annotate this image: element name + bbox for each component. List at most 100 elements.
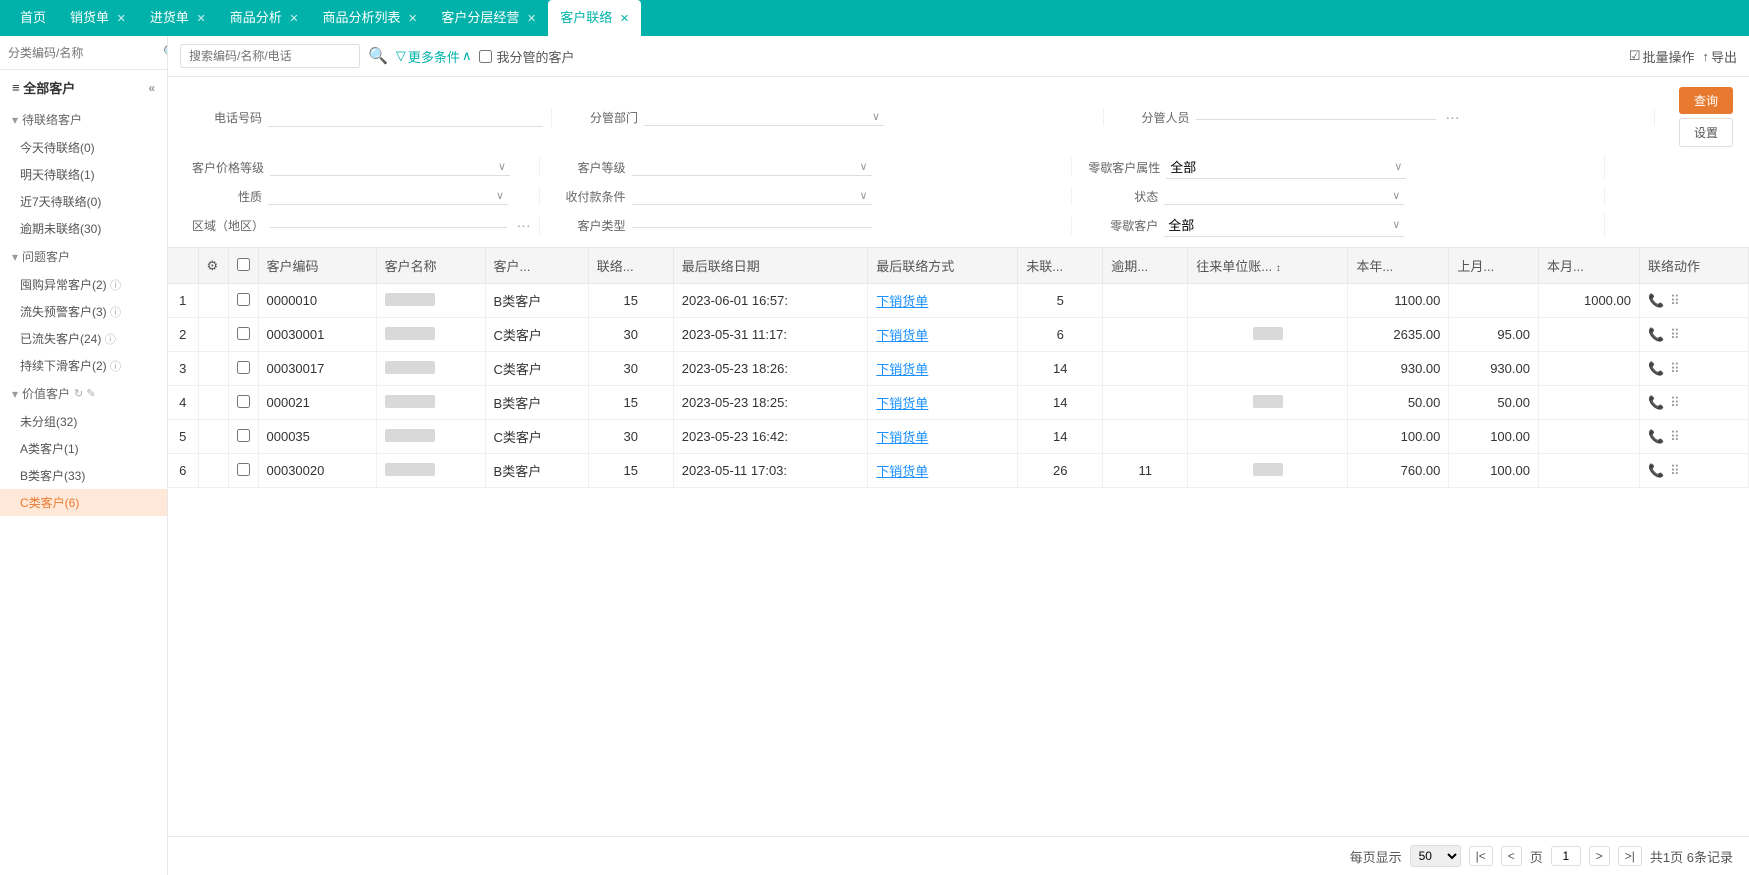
row-last-method[interactable]: 下销货单 (868, 318, 1018, 352)
more-action-icon[interactable]: ⠿ (1670, 361, 1680, 377)
sidebar-item-c-class[interactable]: C类客户(6) (0, 489, 167, 516)
customer-type-select[interactable] (632, 223, 872, 228)
more-action-icon[interactable]: ⠿ (1670, 395, 1680, 411)
row-last-method[interactable]: 下销货单 (868, 420, 1018, 454)
sidebar-item-declining[interactable]: 持续下滑客户(2) ⓘ (0, 352, 167, 379)
sidebar-item-b-class[interactable]: B类客户(33) (0, 462, 167, 489)
dept-select[interactable]: ∨ (644, 108, 884, 126)
my-customers-checkbox[interactable]: 我分管的客户 (479, 47, 574, 66)
row-actions[interactable]: 📞 ⠿ (1639, 284, 1748, 318)
sidebar-collapse-icon[interactable]: « (148, 81, 155, 95)
th-checkbox[interactable] (228, 248, 258, 284)
row-checkbox[interactable] (228, 386, 258, 420)
status-select[interactable]: ∨ (1164, 187, 1404, 205)
row-checkbox[interactable] (228, 454, 258, 488)
manager-ellipsis[interactable]: ··· (1446, 109, 1460, 125)
row-select-checkbox[interactable] (237, 395, 250, 408)
more-conditions-btn[interactable]: ▽ 更多条件 ∧ (396, 47, 472, 66)
row-name[interactable] (376, 454, 485, 488)
row-actions[interactable]: 📞 ⠿ (1639, 318, 1748, 352)
row-checkbox[interactable] (228, 352, 258, 386)
row-name[interactable] (376, 284, 485, 318)
sidebar-all-customers[interactable]: ≡ 全部客户 « (0, 70, 167, 105)
phone-input[interactable] (268, 108, 543, 127)
row-select-checkbox[interactable] (237, 429, 250, 442)
sidebar-item-abnormal[interactable]: 囤购异常客户(2) ⓘ (0, 271, 167, 298)
value-level-select[interactable]: ∨ (270, 158, 510, 176)
nav-customer-layer[interactable]: 客户分层经营 ✕ (429, 0, 548, 36)
nav-product-list[interactable]: 商品分析列表 ✕ (311, 0, 430, 36)
nav-purchase[interactable]: 进货单 ✕ (138, 0, 218, 36)
phone-action-icon[interactable]: 📞 (1648, 395, 1664, 411)
batch-op-btn[interactable]: ☑ 批量操作 (1629, 47, 1695, 66)
select-all-checkbox[interactable] (237, 258, 250, 271)
retail-attr-select[interactable]: 全部∨ (1166, 155, 1406, 179)
more-action-icon[interactable]: ⠿ (1670, 429, 1680, 445)
row-checkbox[interactable] (228, 318, 258, 352)
payment-select[interactable]: ∨ (632, 187, 872, 205)
row-last-method[interactable]: 下销货单 (868, 352, 1018, 386)
query-button[interactable]: 查询 (1679, 87, 1733, 114)
row-actions[interactable]: 📞 ⠿ (1639, 454, 1748, 488)
th-settings[interactable]: ⚙ (198, 248, 228, 284)
sidebar-item-a-class[interactable]: A类客户(1) (0, 435, 167, 462)
row-last-method[interactable]: 下销货单 (868, 284, 1018, 318)
search-button[interactable]: 🔍 (368, 46, 388, 66)
row-last-method[interactable]: 下销货单 (868, 386, 1018, 420)
row-select-checkbox[interactable] (237, 463, 250, 476)
sidebar-item-warning[interactable]: 流失预警客户(3) ⓘ (0, 298, 167, 325)
phone-action-icon[interactable]: 📞 (1648, 463, 1664, 479)
row-actions[interactable]: 📞 ⠿ (1639, 386, 1748, 420)
last-page-btn[interactable]: >| (1618, 846, 1642, 866)
phone-action-icon[interactable]: 📞 (1648, 293, 1664, 309)
nav-sales[interactable]: 销货单 ✕ (58, 0, 138, 36)
nav-close-purchase[interactable]: ✕ (196, 13, 205, 25)
gender-select[interactable]: ∨ (268, 187, 508, 205)
sidebar-item-ungrouped[interactable]: 未分组(32) (0, 408, 167, 435)
first-page-btn[interactable]: |< (1469, 846, 1493, 866)
more-action-icon[interactable]: ⠿ (1670, 327, 1680, 343)
customer-level-select[interactable]: ∨ (632, 158, 872, 176)
retail-customer-select[interactable]: 全部∨ (1164, 213, 1404, 237)
sidebar-item-today[interactable]: 今天待联络(0) (0, 134, 167, 161)
phone-action-icon[interactable]: 📞 (1648, 327, 1664, 343)
sidebar-item-lost[interactable]: 已流失客户(24) ⓘ (0, 325, 167, 352)
nav-close-customer-contact[interactable]: ✕ (620, 13, 629, 25)
area-select[interactable] (270, 223, 506, 228)
row-select-checkbox[interactable] (237, 327, 250, 340)
more-action-icon[interactable]: ⠿ (1670, 463, 1680, 479)
export-btn[interactable]: ↑ 导出 (1702, 47, 1737, 66)
phone-action-icon[interactable]: 📞 (1648, 429, 1664, 445)
row-actions[interactable]: 📞 ⠿ (1639, 352, 1748, 386)
prev-page-btn[interactable]: < (1501, 846, 1522, 866)
search-input[interactable] (180, 44, 360, 68)
row-name[interactable] (376, 420, 485, 454)
row-name[interactable] (376, 386, 485, 420)
next-page-btn[interactable]: > (1589, 846, 1610, 866)
nav-close-customer-layer[interactable]: ✕ (527, 13, 536, 25)
nav-customer-contact[interactable]: 客户联络 ✕ (548, 0, 641, 36)
row-select-checkbox[interactable] (237, 361, 250, 374)
page-input[interactable] (1551, 846, 1581, 866)
nav-close-product-list[interactable]: ✕ (408, 13, 417, 25)
row-last-method[interactable]: 下销货单 (868, 454, 1018, 488)
row-select-checkbox[interactable] (237, 293, 250, 306)
sidebar-search-input[interactable] (8, 46, 163, 60)
more-action-icon[interactable]: ⠿ (1670, 293, 1680, 309)
reset-button[interactable]: 设置 (1679, 118, 1733, 147)
nav-product-analysis[interactable]: 商品分析 ✕ (218, 0, 311, 36)
row-actions[interactable]: 📞 ⠿ (1639, 420, 1748, 454)
row-name[interactable] (376, 352, 485, 386)
my-customers-check[interactable] (479, 50, 492, 63)
nav-close-product-analysis[interactable]: ✕ (289, 13, 298, 25)
nav-close-sales[interactable]: ✕ (117, 13, 126, 25)
sidebar-item-7days[interactable]: 近7天待联络(0) (0, 188, 167, 215)
per-page-select[interactable]: 50 100 (1410, 845, 1461, 867)
row-checkbox[interactable] (228, 420, 258, 454)
row-name[interactable] (376, 318, 485, 352)
nav-home[interactable]: 首页 (8, 0, 58, 36)
sidebar-item-overdue[interactable]: 逾期未联络(30) (0, 215, 167, 242)
area-ellipsis[interactable]: ··· (517, 217, 531, 233)
manager-select[interactable] (1196, 115, 1436, 120)
row-checkbox[interactable] (228, 284, 258, 318)
